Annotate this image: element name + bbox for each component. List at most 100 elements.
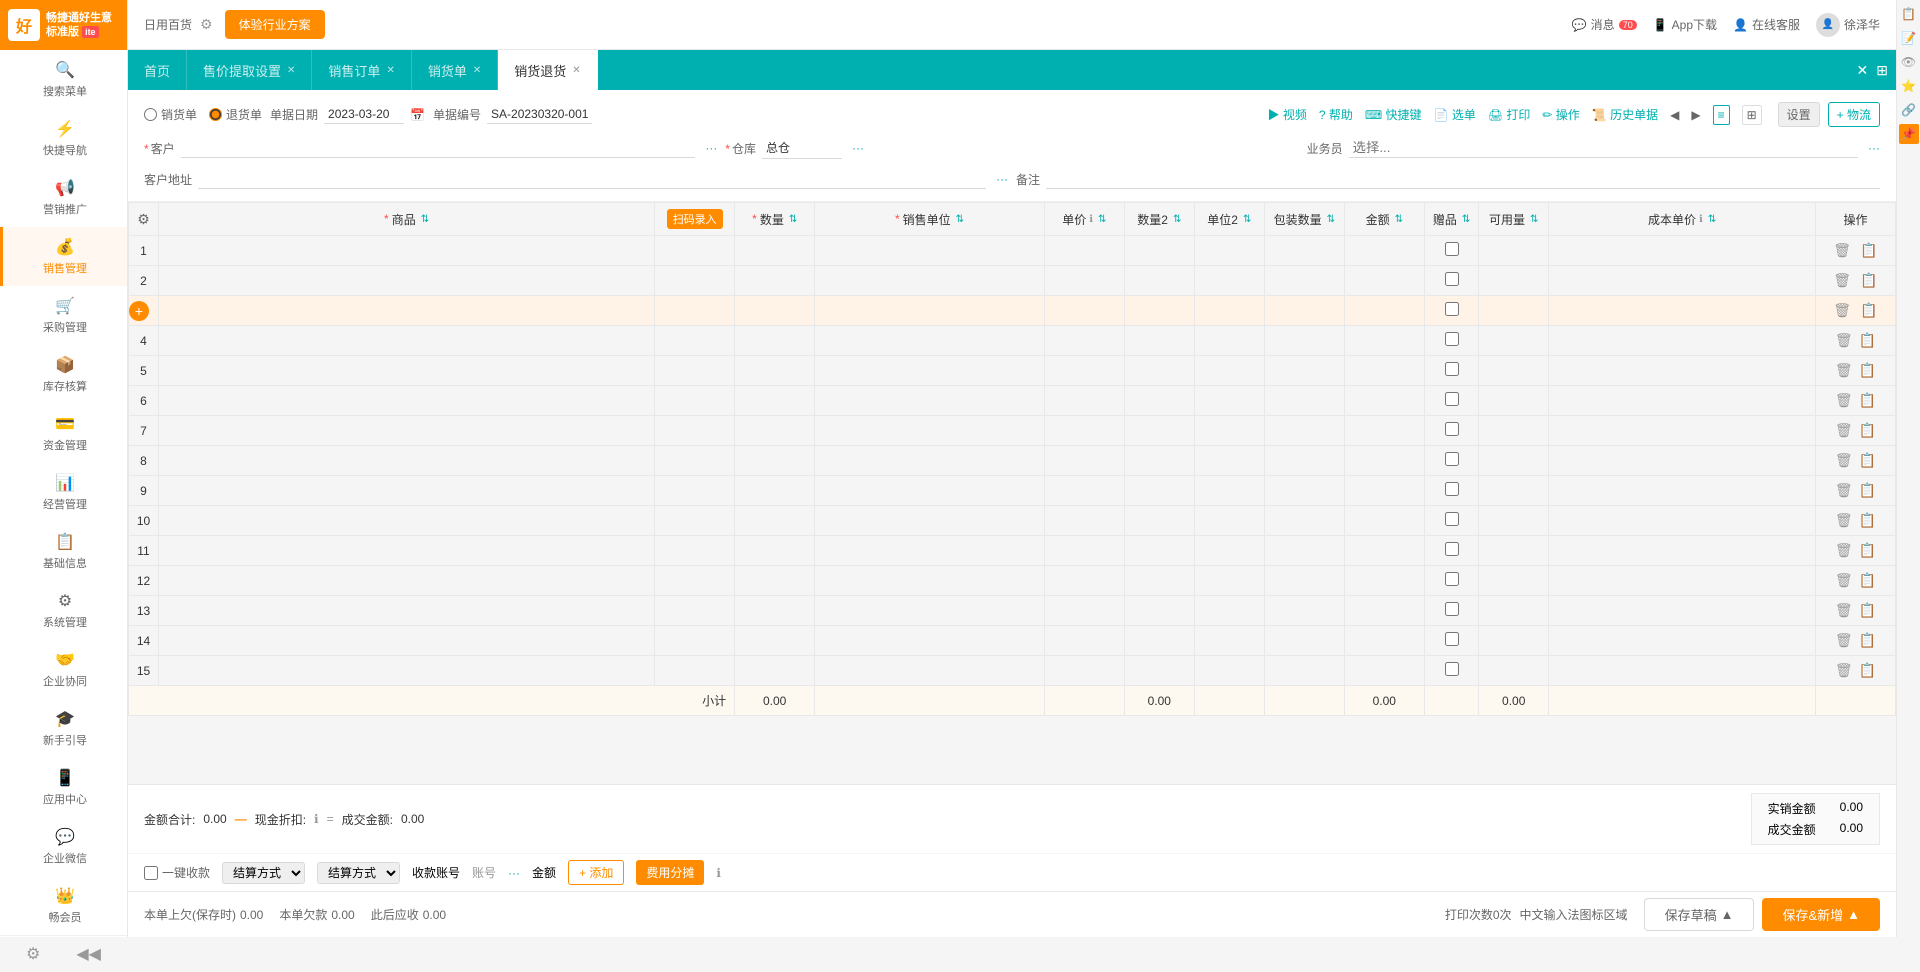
next-icon[interactable]: ▶ [1691, 108, 1700, 122]
cell-qty[interactable] [735, 296, 815, 326]
cell-qty[interactable] [735, 266, 815, 296]
collapse-icon[interactable]: ◀◀ [76, 944, 101, 964]
customer-dots[interactable]: ··· [705, 141, 717, 155]
history-action[interactable]: 📜 历史单据 [1592, 106, 1658, 123]
address-input[interactable] [198, 169, 986, 189]
online-service-group[interactable]: 👤 在线客服 [1733, 16, 1800, 33]
staff-dots[interactable]: ··· [1868, 141, 1880, 155]
calendar-icon[interactable]: 📅 [410, 108, 425, 122]
sidebar-item-quick-nav[interactable]: ⚡ 快捷导航 [0, 109, 127, 168]
sidebar-item-enterprise[interactable]: 🤝 企业协同 [0, 640, 127, 699]
delete-icon[interactable]: 🗑 [1832, 482, 1856, 498]
cell-gift[interactable] [1424, 266, 1478, 296]
radio-sale[interactable]: 销货单 [144, 106, 197, 123]
right-icon-highlight[interactable]: 📌 [1899, 124, 1919, 144]
cell-unit-price[interactable] [1044, 296, 1124, 326]
tab-close-icon[interactable]: ✕ [473, 65, 481, 76]
sidebar-item-inventory[interactable]: 📦 库存核算 [0, 345, 127, 404]
settlement-select[interactable]: 结算方式 [222, 862, 305, 884]
remark-input[interactable] [1046, 169, 1880, 189]
cell-pack-qty[interactable] [1264, 236, 1344, 266]
operate-action[interactable]: ✏ 操作 [1542, 106, 1579, 123]
fee-split-button[interactable]: 费用分摊 [636, 860, 704, 885]
radio-sale-input[interactable] [144, 108, 157, 121]
delete-icon[interactable]: 🗑 [1830, 272, 1854, 288]
delete-icon[interactable]: 🗑 [1832, 362, 1856, 378]
sidebar-item-purchase[interactable]: 🛒 采购管理 [0, 286, 127, 345]
sidebar-item-search[interactable]: 🔍 搜索菜单 [0, 50, 127, 109]
tab-close-icon[interactable]: ✕ [287, 65, 295, 76]
tab-maximize-icon[interactable]: ⊞ [1876, 62, 1888, 79]
gift-checkbox[interactable] [1445, 272, 1459, 286]
topbar-gear-icon[interactable]: ⚙ [200, 16, 213, 33]
cell-sale-unit[interactable] [815, 266, 1045, 296]
staff-input[interactable] [1349, 138, 1858, 158]
gift-checkbox[interactable] [1445, 602, 1459, 616]
copy-icon[interactable]: 📋 [1857, 242, 1880, 258]
gift-checkbox[interactable] [1445, 662, 1459, 676]
sidebar-item-system[interactable]: ⚙ 系统管理 [0, 581, 127, 640]
copy-icon[interactable]: 📋 [1856, 452, 1879, 468]
sidebar-item-marketing[interactable]: 📢 营销推广 [0, 168, 127, 227]
fee-info-icon[interactable]: ℹ [716, 866, 721, 880]
copy-icon[interactable]: 📋 [1856, 332, 1879, 348]
app-download-group[interactable]: 📱 App下载 [1653, 16, 1717, 33]
copy-icon[interactable]: 📋 [1857, 272, 1880, 288]
cell-qty2[interactable] [1124, 236, 1194, 266]
tab-close-icon[interactable]: ✕ [386, 65, 394, 76]
delete-icon[interactable]: 🗑 [1832, 632, 1856, 648]
tab-sale-return[interactable]: 销货退货 ✕ [498, 50, 597, 90]
cell-available[interactable] [1479, 296, 1549, 326]
cell-gift[interactable] [1424, 296, 1478, 326]
sidebar-item-member[interactable]: 👑 畅会员 [0, 876, 127, 935]
notification-group[interactable]: 💬 消息 70 [1572, 16, 1637, 33]
cell-unit-price[interactable] [1044, 266, 1124, 296]
cell-cost-price[interactable] [1549, 296, 1816, 326]
copy-icon[interactable]: 📋 [1856, 602, 1879, 618]
cell-pack-qty[interactable] [1264, 266, 1344, 296]
th-settings[interactable]: ⚙ [129, 203, 159, 236]
warehouse-value[interactable]: 总仓 [762, 137, 842, 159]
save-new-button[interactable]: 保存&新增 ▲ [1762, 898, 1880, 931]
discount-info-icon[interactable]: ℹ [314, 812, 319, 826]
cell-qty2[interactable] [1124, 266, 1194, 296]
right-icon-edit[interactable]: 📝 [1899, 28, 1919, 48]
radio-return[interactable]: 退货单 [209, 106, 262, 123]
delete-icon[interactable]: 🗑 [1832, 452, 1856, 468]
shortcut-action[interactable]: ⌨ 快捷键 [1365, 106, 1422, 123]
cell-sale-unit[interactable] [815, 236, 1045, 266]
cell-unit-price[interactable] [1044, 236, 1124, 266]
cell-cost-price[interactable] [1549, 266, 1816, 296]
account-dots[interactable]: ··· [508, 866, 520, 880]
tab-home[interactable]: 首页 [128, 50, 187, 90]
sidebar-item-wechat[interactable]: 💬 企业微信 [0, 817, 127, 876]
video-action[interactable]: ▶ 视频 [1268, 106, 1307, 123]
help-action[interactable]: ? 帮助 [1319, 106, 1353, 123]
customer-input[interactable] [181, 138, 696, 158]
delete-icon[interactable]: 🗑 [1832, 512, 1856, 528]
copy-icon[interactable]: 📋 [1857, 302, 1880, 318]
tab-sale-order[interactable]: 销售订单 ✕ [312, 50, 411, 90]
gift-checkbox[interactable] [1445, 572, 1459, 586]
sidebar-item-operations[interactable]: 📊 经营管理 [0, 463, 127, 522]
radio-return-input[interactable] [209, 108, 222, 121]
sidebar-item-sales[interactable]: 💰 销售管理 [0, 227, 127, 286]
cell-unit2[interactable] [1194, 296, 1264, 326]
gift-checkbox[interactable] [1445, 242, 1459, 256]
right-icon-view[interactable]: 👁 [1899, 52, 1919, 72]
one-click-pay-checkbox[interactable]: 一键收款 [144, 864, 210, 881]
gift-checkbox[interactable] [1445, 542, 1459, 556]
copy-icon[interactable]: 📋 [1856, 512, 1879, 528]
delete-icon[interactable]: 🗑 [1830, 302, 1854, 318]
delete-icon[interactable]: 🗑 [1832, 542, 1856, 558]
copy-icon[interactable]: 📋 [1856, 482, 1879, 498]
warehouse-dots[interactable]: ··· [852, 141, 864, 155]
gift-checkbox[interactable] [1445, 332, 1459, 346]
gift-checkbox[interactable] [1445, 392, 1459, 406]
cell-goods-input[interactable] [159, 296, 655, 326]
add-row-button[interactable]: + [129, 301, 149, 321]
cell-available[interactable] [1479, 236, 1549, 266]
gift-checkbox[interactable] [1445, 482, 1459, 496]
sidebar-item-basic-info[interactable]: 📋 基础信息 [0, 522, 127, 581]
address-dots[interactable]: ··· [996, 172, 1008, 186]
